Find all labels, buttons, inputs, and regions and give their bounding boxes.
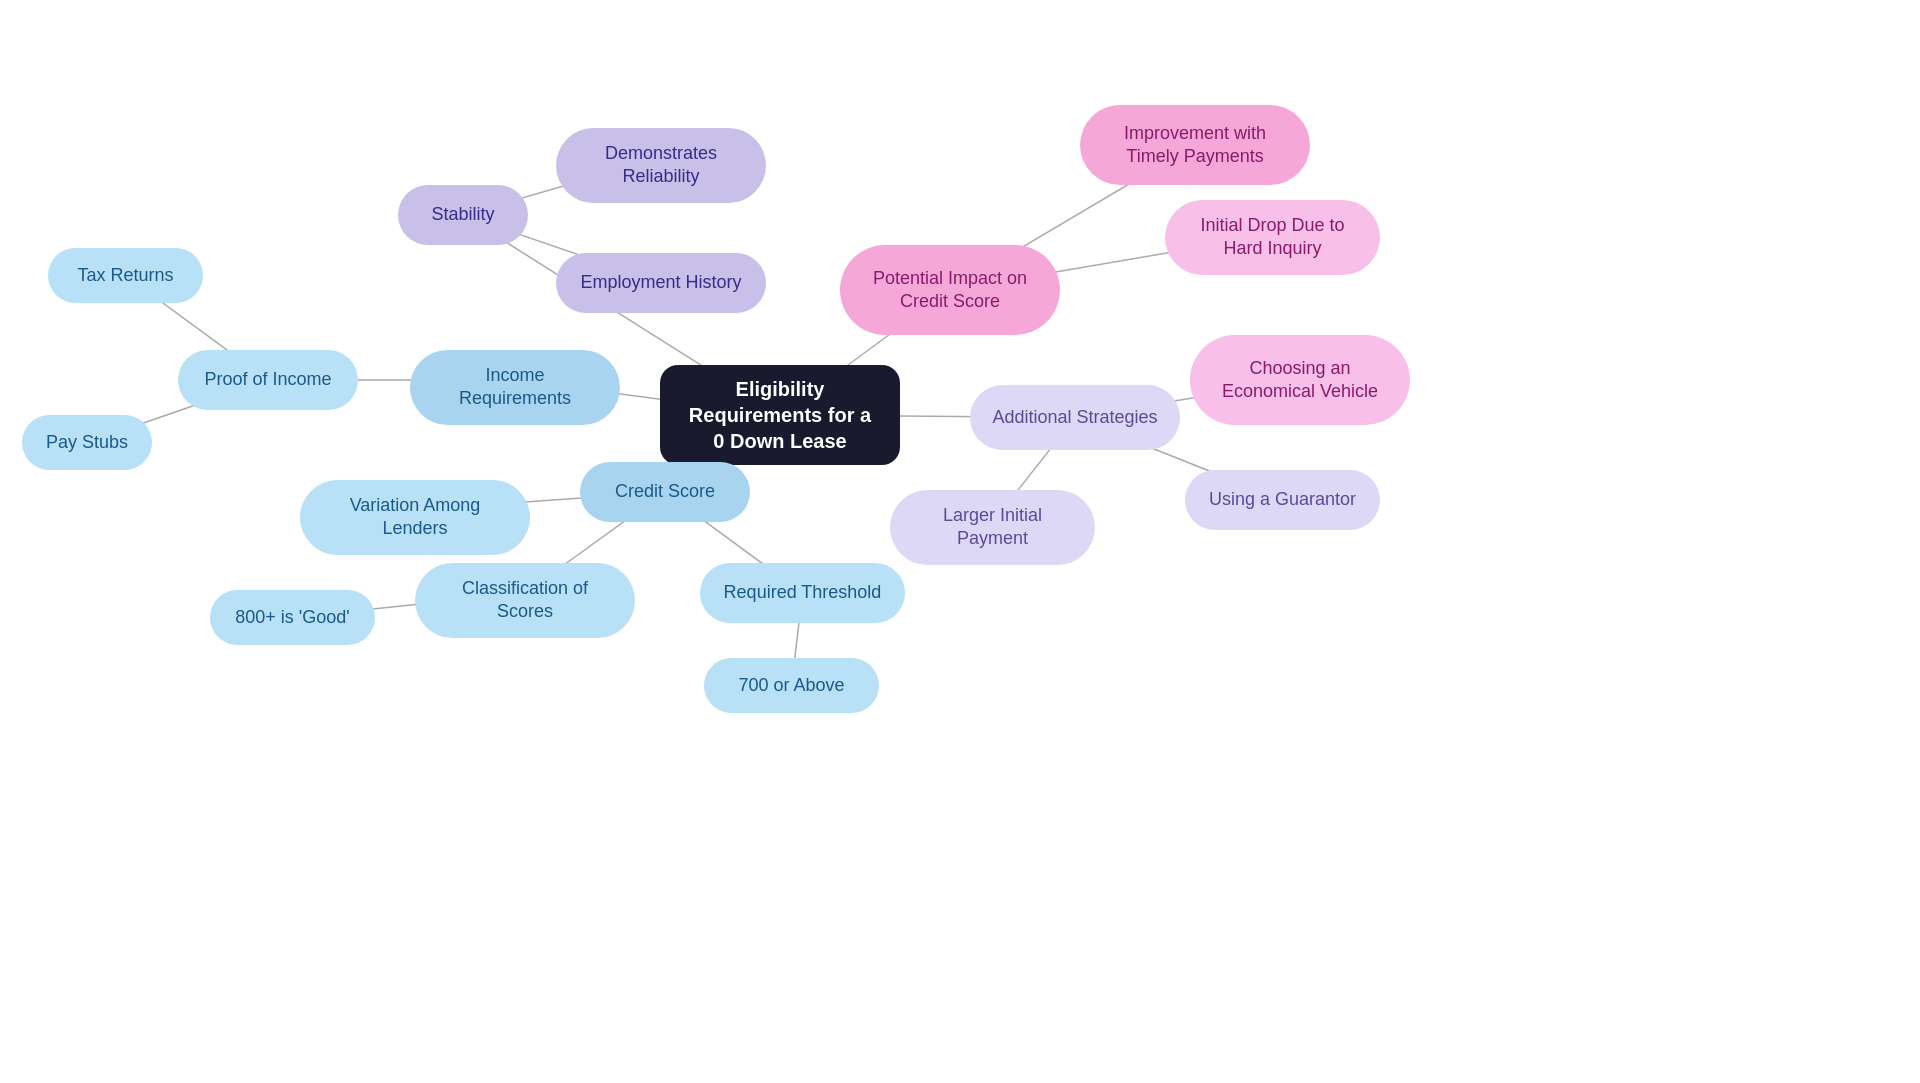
node-variation_lenders[interactable]: Variation Among Lenders (300, 480, 530, 555)
node-economical_vehicle[interactable]: Choosing an Economical Vehicle (1190, 335, 1410, 425)
node-credit_score[interactable]: Credit Score (580, 462, 750, 522)
node-larger_initial[interactable]: Larger Initial Payment (890, 490, 1095, 565)
node-using_guarantor[interactable]: Using a Guarantor (1185, 470, 1380, 530)
node-potential_impact[interactable]: Potential Impact on Credit Score (840, 245, 1060, 335)
node-additional_strategies[interactable]: Additional Strategies (970, 385, 1180, 450)
node-center[interactable]: Eligibility Requirements for a 0 Down Le… (660, 365, 900, 465)
node-eight_hundred_good[interactable]: 800+ is 'Good' (210, 590, 375, 645)
node-required_threshold[interactable]: Required Threshold (700, 563, 905, 623)
node-proof_of_income[interactable]: Proof of Income (178, 350, 358, 410)
node-stability[interactable]: Stability (398, 185, 528, 245)
node-initial_drop[interactable]: Initial Drop Due to Hard Inquiry (1165, 200, 1380, 275)
node-employment_history[interactable]: Employment History (556, 253, 766, 313)
node-pay_stubs[interactable]: Pay Stubs (22, 415, 152, 470)
mindmap-canvas: Eligibility Requirements for a 0 Down Le… (0, 0, 1920, 1083)
node-classification_scores[interactable]: Classification of Scores (415, 563, 635, 638)
node-income_requirements[interactable]: Income Requirements (410, 350, 620, 425)
node-improvement_timely[interactable]: Improvement with Timely Payments (1080, 105, 1310, 185)
node-seven_hundred_above[interactable]: 700 or Above (704, 658, 879, 713)
node-demonstrates_reliability[interactable]: Demonstrates Reliability (556, 128, 766, 203)
node-tax_returns[interactable]: Tax Returns (48, 248, 203, 303)
